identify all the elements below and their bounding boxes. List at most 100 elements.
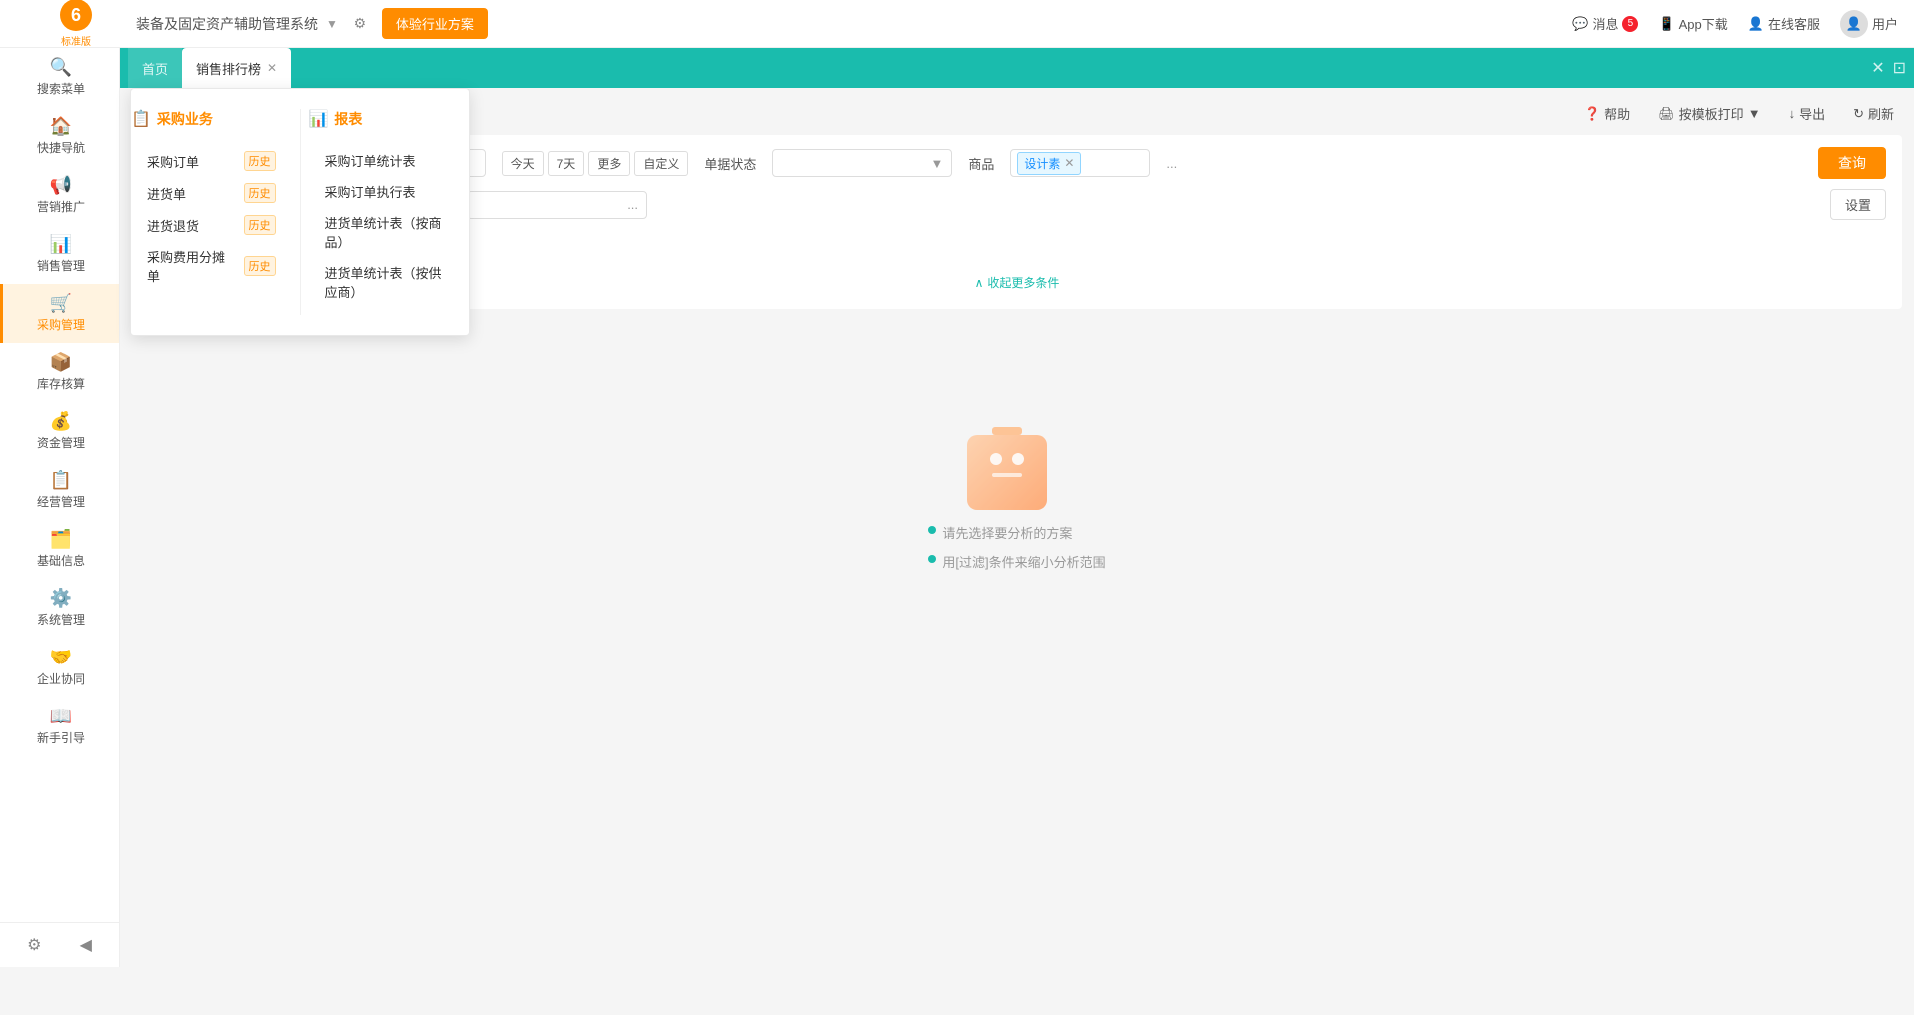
logo-subtitle: 标准版 [61, 33, 91, 48]
help-btn[interactable]: ❓ 帮助 [1576, 100, 1638, 127]
goods-input-area[interactable]: 设计素 ✕ [1010, 149, 1150, 177]
enterprise-icon: 🤝 [50, 648, 72, 666]
avatar: 👤 [1840, 10, 1868, 38]
refresh-btn[interactable]: ↻ 刷新 [1845, 100, 1902, 127]
doc-status-select[interactable]: ▼ [772, 149, 952, 177]
dropdown-item-purchase-return[interactable]: 进货退货 历史 [131, 209, 292, 241]
online-service-label: 在线客服 [1768, 14, 1820, 33]
receive-stat-supplier-label: 进货单统计表（按供应商） [325, 263, 454, 301]
dropdown-item-purchase-order[interactable]: 采购订单 历史 [131, 145, 292, 177]
window-close-icon[interactable]: ✕ [1871, 58, 1884, 78]
sidebar-item-basic-info[interactable]: 🗂️ 基础信息 [0, 520, 119, 579]
sidebar-item-operations[interactable]: 📋 经营管理 [0, 461, 119, 520]
system-dropdown-arrow[interactable]: ▼ [326, 17, 338, 31]
sidebar-item-enterprise[interactable]: 🤝 企业协同 [0, 638, 119, 697]
purchase-dropdown: 📋 采购业务 采购订单 历史 进货单 历史 进货退货 历史 采购费用分摊单 [130, 88, 470, 336]
doc-status-arrow: ▼ [930, 156, 943, 171]
gear-icon[interactable]: ⚙ [346, 10, 374, 38]
empty-state: 请先选择要分析的方案 用[过滤]条件来缩小分析范围 [132, 317, 1902, 667]
online-service-btn[interactable]: 👤 在线客服 [1748, 14, 1820, 33]
sidebar-item-guide[interactable]: 📖 新手引导 [0, 697, 119, 756]
sidebar-item-marketing[interactable]: 📢 营销推广 [0, 166, 119, 225]
purchase-receive-history-tag: 历史 [244, 183, 276, 203]
sidebar-item-search-menu[interactable]: 🔍 搜索菜单 [0, 48, 119, 107]
report-col-icon: 📊 [309, 109, 329, 129]
help-icon: ❓ [1584, 106, 1600, 122]
industry-btn[interactable]: 体验行业方案 [382, 8, 488, 39]
app-download-btn[interactable]: 📱 App下载 [1658, 14, 1727, 33]
dropdown-item-purchase-expense[interactable]: 采购费用分摊单 历史 [131, 241, 292, 291]
query-button[interactable]: 查询 [1818, 147, 1886, 179]
dropdown-report-col: 📊 报表 采购订单统计表 采购订单执行表 进货单统计表（按商品） 进货单统计表（… [309, 109, 470, 315]
tab-close-icon[interactable]: ✕ [267, 61, 277, 75]
sidebar-item-inventory[interactable]: 📦 库存核算 [0, 343, 119, 402]
goods-tag-close[interactable]: ✕ [1064, 156, 1074, 170]
top-header: 6 标准版 装备及固定资产辅助管理系统 ▼ ⚙ 体验行业方案 💬 消息 5 📱 … [0, 0, 1914, 48]
goods-tag: 设计素 ✕ [1017, 152, 1081, 175]
sidebar-bottom: ⚙ ◀ [0, 922, 119, 967]
empty-illustration [957, 410, 1077, 510]
dropdown-divider [300, 109, 301, 315]
doc-status-label: 单据状态 [704, 154, 756, 173]
sidebar-label-quick-nav: 快捷导航 [37, 139, 85, 156]
marketing-icon: 📢 [50, 176, 72, 194]
message-badge: 5 [1622, 16, 1638, 32]
inventory-icon: 📦 [50, 353, 72, 371]
message-btn[interactable]: 💬 消息 5 [1572, 14, 1638, 33]
logo-area: 6 标准版 [16, 0, 136, 48]
purchase-return-history-tag: 历史 [244, 215, 276, 235]
logo-icon: 6 [60, 0, 92, 31]
sidebar-item-system[interactable]: ⚙️ 系统管理 [0, 579, 119, 638]
help-label: 帮助 [1604, 104, 1630, 123]
dropdown-item-order-exec[interactable]: 采购订单执行表 [309, 176, 470, 207]
sidebar-label-marketing: 营销推广 [37, 198, 85, 215]
sidebar-label-basic-info: 基础信息 [37, 552, 85, 569]
date-quick-today[interactable]: 今天 [502, 151, 544, 176]
date-quick-buttons: 今天 7天 更多 自定义 [502, 151, 689, 176]
tab-home[interactable]: 首页 [128, 48, 182, 88]
sidebar-item-quick-nav[interactable]: 🏠 快捷导航 [0, 107, 119, 166]
order-stat-label: 采购订单统计表 [325, 151, 454, 170]
purchase-order-label: 采购订单 [147, 152, 236, 171]
user-area[interactable]: 👤 用户 [1840, 10, 1898, 38]
settings-bottom-icon[interactable]: ⚙ [27, 935, 41, 955]
dropdown-item-receive-stat-goods[interactable]: 进货单统计表（按商品） [309, 207, 470, 257]
app-icon: 📱 [1658, 16, 1674, 32]
salesperson-select[interactable]: ... [467, 191, 647, 219]
export-label: 导出 [1799, 104, 1825, 123]
settings-button[interactable]: 设置 [1830, 189, 1886, 220]
collapse-up-icon: ∧ [975, 276, 984, 290]
tab-window-controls: ✕ ⊡ [1871, 58, 1906, 78]
sidebar-item-sales[interactable]: 📊 销售管理 [0, 225, 119, 284]
purchase-col-title-text: 采购业务 [157, 109, 213, 129]
export-icon: ↓ [1789, 106, 1796, 121]
report-col-title-text: 报表 [334, 109, 362, 129]
sidebar: 🔍 搜索菜单 🏠 快捷导航 📢 营销推广 📊 销售管理 🛒 采购管理 📦 库存核… [0, 48, 120, 967]
collapse-sidebar-icon[interactable]: ◀ [80, 935, 92, 955]
collapse-text: 收起更多条件 [987, 274, 1059, 291]
dropdown-item-order-stat[interactable]: 采购订单统计表 [309, 145, 470, 176]
print-template-btn[interactable]: 🖨 按模板打印 ▼ [1650, 100, 1768, 127]
sidebar-label-sales: 销售管理 [37, 257, 85, 274]
guide-icon: 📖 [50, 707, 72, 725]
purchase-col-icon: 📋 [131, 109, 151, 129]
refresh-icon: ↻ [1853, 106, 1864, 122]
sidebar-label-enterprise: 企业协同 [37, 670, 85, 687]
dropdown-item-purchase-receive[interactable]: 进货单 历史 [131, 177, 292, 209]
sidebar-item-purchase[interactable]: 🛒 采购管理 [0, 284, 119, 343]
dropdown-item-receive-stat-supplier[interactable]: 进货单统计表（按供应商） [309, 257, 470, 307]
window-maximize-icon[interactable]: ⊡ [1893, 58, 1906, 78]
message-icon: 💬 [1572, 16, 1588, 32]
search-icon: 🔍 [50, 58, 72, 76]
date-quick-more[interactable]: 更多 [588, 151, 630, 176]
header-right: 💬 消息 5 📱 App下载 👤 在线客服 👤 用户 [1572, 10, 1898, 38]
tab-sales-rank[interactable]: 销售排行榜 ✕ [182, 48, 291, 88]
sidebar-label-guide: 新手引导 [37, 729, 85, 746]
operations-icon: 📋 [50, 471, 72, 489]
export-btn[interactable]: ↓ 导出 [1781, 100, 1834, 127]
sidebar-item-capital[interactable]: 💰 资金管理 [0, 402, 119, 461]
date-quick-custom[interactable]: 自定义 [634, 151, 688, 176]
tab-bar: 首页 销售排行榜 ✕ ✕ ⊡ [120, 48, 1914, 88]
date-quick-7days[interactable]: 7天 [548, 151, 585, 176]
purchase-icon: 🛒 [50, 294, 72, 312]
